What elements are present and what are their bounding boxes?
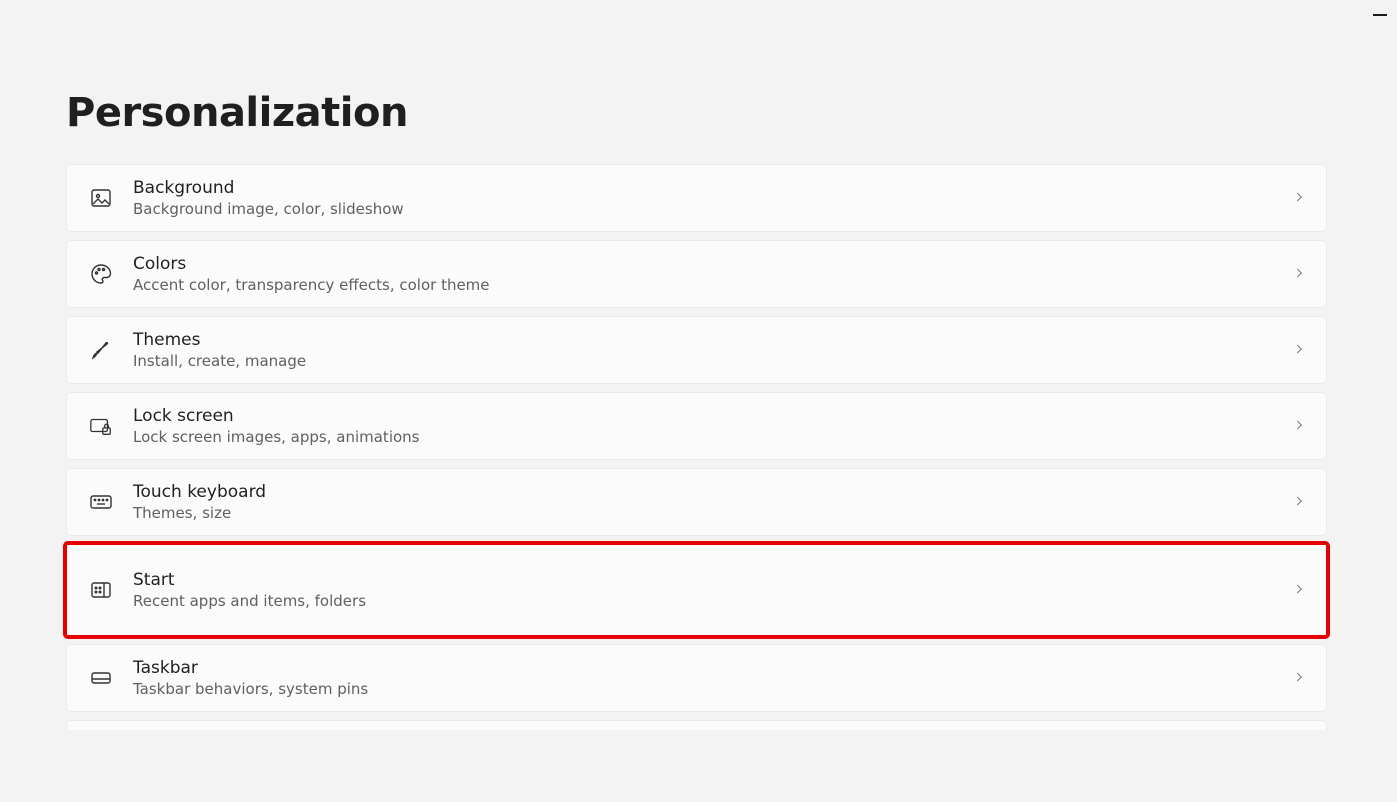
chevron-right-icon — [1292, 189, 1306, 208]
item-desc: Background image, color, slideshow — [133, 200, 1292, 218]
item-desc: Install, create, manage — [133, 352, 1292, 370]
item-title: Lock screen — [133, 406, 1292, 426]
setting-item-themes[interactable]: Themes Install, create, manage — [66, 316, 1327, 384]
chevron-right-icon — [1292, 581, 1306, 600]
item-title: Start — [133, 570, 1292, 590]
setting-item-next[interactable] — [66, 720, 1327, 730]
setting-item-lock-screen[interactable]: Lock screen Lock screen images, apps, an… — [66, 392, 1327, 460]
setting-item-background[interactable]: Background Background image, color, slid… — [66, 164, 1327, 232]
item-title: Taskbar — [133, 658, 1292, 678]
setting-item-taskbar[interactable]: Taskbar Taskbar behaviors, system pins — [66, 644, 1327, 712]
chevron-right-icon — [1292, 265, 1306, 284]
chevron-right-icon — [1292, 417, 1306, 436]
keyboard-icon — [89, 490, 133, 514]
start-icon — [89, 578, 133, 602]
page-title: Personalization — [66, 90, 1327, 136]
chevron-right-icon — [1292, 341, 1306, 360]
image-icon — [89, 186, 133, 210]
minimize-button[interactable] — [1373, 14, 1387, 16]
palette-icon — [89, 262, 133, 286]
item-desc: Lock screen images, apps, animations — [133, 428, 1292, 446]
settings-list: Background Background image, color, slid… — [66, 164, 1327, 730]
item-desc: Taskbar behaviors, system pins — [133, 680, 1292, 698]
item-title: Background — [133, 178, 1292, 198]
setting-item-colors[interactable]: Colors Accent color, transparency effect… — [66, 240, 1327, 308]
item-title: Themes — [133, 330, 1292, 350]
setting-item-touch-keyboard[interactable]: Touch keyboard Themes, size — [66, 468, 1327, 536]
item-title: Colors — [133, 254, 1292, 274]
lockscreen-icon — [89, 414, 133, 438]
item-title: Touch keyboard — [133, 482, 1292, 502]
chevron-right-icon — [1292, 493, 1306, 512]
item-desc: Recent apps and items, folders — [133, 592, 1292, 610]
chevron-right-icon — [1292, 669, 1306, 688]
personalization-page: Personalization Background Background im… — [0, 0, 1397, 730]
item-desc: Accent color, transparency effects, colo… — [133, 276, 1292, 294]
taskbar-icon — [89, 666, 133, 690]
brush-icon — [89, 338, 133, 362]
setting-item-start[interactable]: Start Recent apps and items, folders — [66, 544, 1327, 636]
item-desc: Themes, size — [133, 504, 1292, 522]
